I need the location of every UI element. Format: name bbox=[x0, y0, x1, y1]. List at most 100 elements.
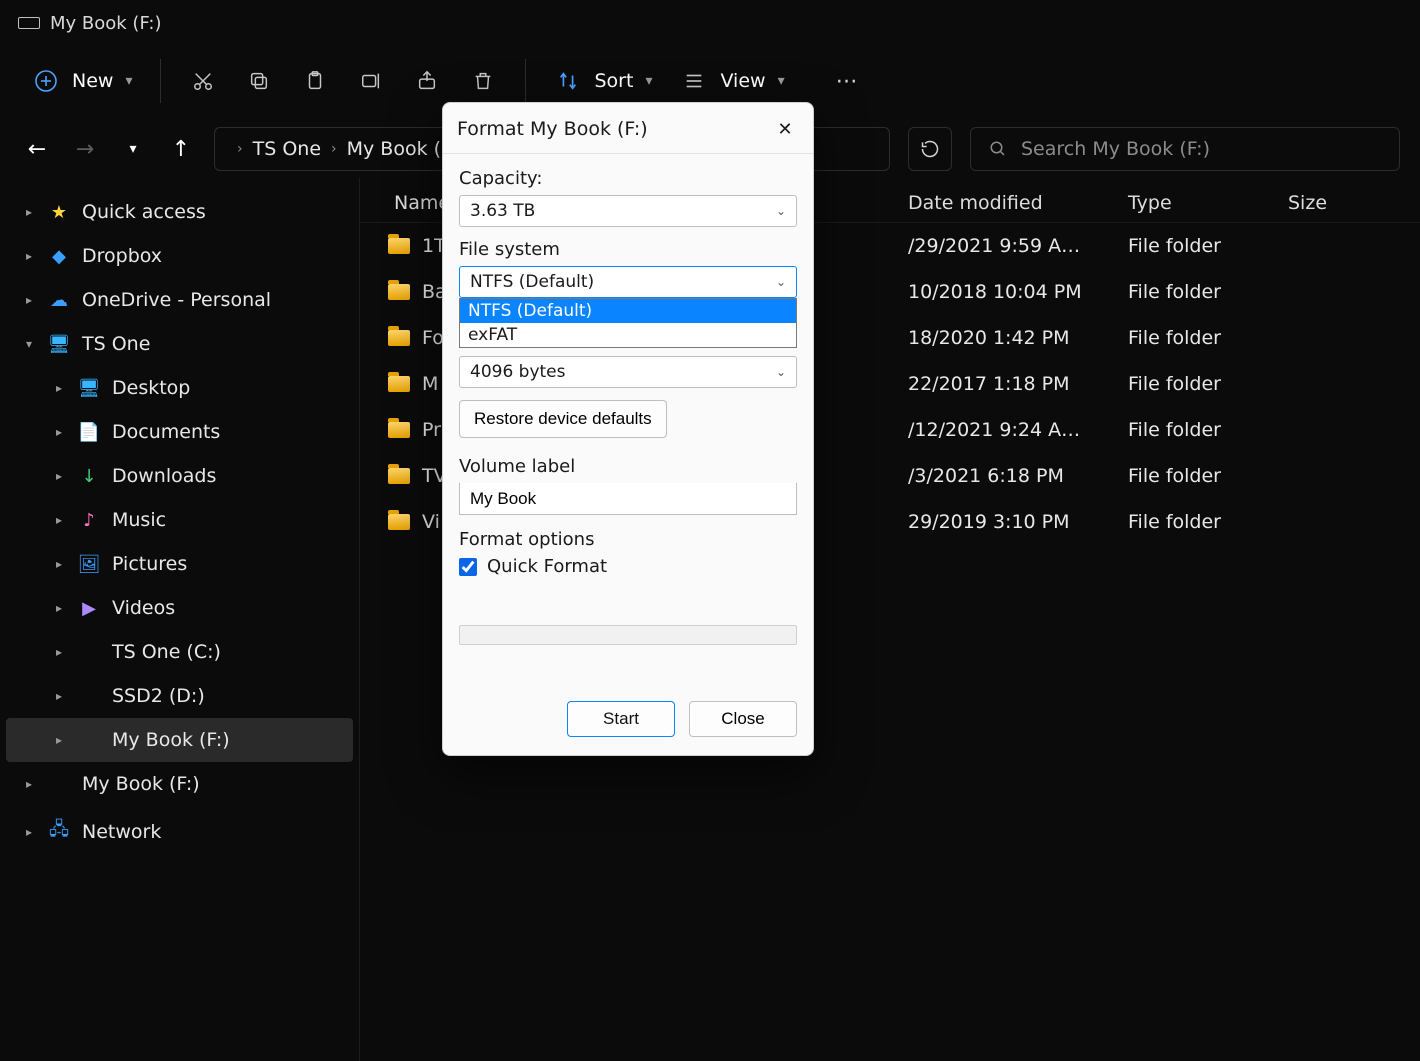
capacity-select[interactable]: 3.63 TB ⌄ bbox=[459, 195, 797, 227]
sort-label: Sort bbox=[594, 70, 633, 92]
filesystem-option-exfat[interactable]: exFAT bbox=[460, 323, 796, 347]
sidebar-item-dropbox[interactable]: ▸ ◆ Dropbox bbox=[6, 234, 353, 278]
sidebar-item-label: Network bbox=[82, 821, 161, 843]
chevron-right-icon: ▸ bbox=[52, 425, 66, 439]
cloud-icon: ☁ bbox=[48, 290, 70, 311]
delete-icon[interactable] bbox=[469, 67, 497, 95]
sidebar-item-desktop[interactable]: ▸ 🖥 Desktop bbox=[6, 366, 353, 410]
sidebar-item-downloads[interactable]: ▸ ↓ Downloads bbox=[6, 454, 353, 498]
sidebar-item-pictures[interactable]: ▸ 🖼 Pictures bbox=[6, 542, 353, 586]
allocation-select[interactable]: 4096 bytes ⌄ bbox=[459, 356, 797, 388]
sidebar-item-label: Downloads bbox=[112, 465, 216, 487]
folder-icon bbox=[388, 468, 410, 484]
paste-icon[interactable] bbox=[301, 67, 329, 95]
chevron-right-icon: › bbox=[331, 141, 337, 157]
chevron-right-icon: ▸ bbox=[52, 557, 66, 571]
sidebar-item-label: TS One bbox=[82, 333, 150, 355]
chevron-right-icon: ▸ bbox=[22, 205, 36, 219]
sidebar-item-label: TS One (C:) bbox=[112, 641, 221, 663]
chevron-right-icon: ▸ bbox=[22, 825, 36, 839]
format-dialog: Format My Book (F:) ✕ Capacity: 3.63 TB … bbox=[442, 102, 814, 756]
refresh-button[interactable] bbox=[908, 127, 952, 171]
close-button[interactable]: ✕ bbox=[771, 115, 799, 143]
copy-icon[interactable] bbox=[245, 67, 273, 95]
cut-icon[interactable] bbox=[189, 67, 217, 95]
plus-circle-icon bbox=[32, 67, 60, 95]
chevron-right-icon: ▸ bbox=[52, 645, 66, 659]
chevron-down-icon: ⌄ bbox=[776, 275, 786, 289]
sidebar-item-quick-access[interactable]: ▸ ★ Quick access bbox=[6, 190, 353, 234]
breadcrumb-segment[interactable]: TS One bbox=[253, 138, 321, 160]
sidebar-item-drive-f[interactable]: ▸ My Book (F:) bbox=[6, 762, 353, 806]
sidebar: ▸ ★ Quick access ▸ ◆ Dropbox ▸ ☁ OneDriv… bbox=[0, 178, 360, 1061]
view-button[interactable]: View ▾ bbox=[680, 67, 784, 95]
format-options-label: Format options bbox=[459, 529, 797, 550]
music-icon: ♪ bbox=[78, 510, 100, 531]
volume-label-label: Volume label bbox=[459, 456, 797, 477]
sidebar-item-drive-c[interactable]: ▸ TS One (C:) bbox=[6, 630, 353, 674]
sidebar-item-drive-d[interactable]: ▸ SSD2 (D:) bbox=[6, 674, 353, 718]
dialog-body: Capacity: 3.63 TB ⌄ File system NTFS (De… bbox=[443, 154, 813, 701]
more-icon[interactable]: ⋯ bbox=[833, 67, 861, 95]
pictures-icon: 🖼 bbox=[78, 554, 100, 575]
folder-icon bbox=[388, 422, 410, 438]
folder-icon bbox=[388, 238, 410, 254]
chevron-down-icon: ▾ bbox=[22, 337, 36, 351]
search-placeholder: Search My Book (F:) bbox=[1021, 138, 1210, 160]
file-date: 22/2017 1:18 PM bbox=[908, 373, 1128, 395]
sidebar-item-label: Videos bbox=[112, 597, 175, 619]
sidebar-item-drive-f-active[interactable]: ▸ My Book (F:) bbox=[6, 718, 353, 762]
back-button[interactable]: ← bbox=[22, 137, 52, 162]
allocation-value: 4096 bytes bbox=[470, 362, 566, 382]
file-date: 10/2018 10:04 PM bbox=[908, 281, 1128, 303]
file-type: File folder bbox=[1128, 281, 1288, 303]
chevron-right-icon: ▸ bbox=[52, 513, 66, 527]
sidebar-item-network[interactable]: ▸ 🖧 Network bbox=[6, 806, 353, 858]
dialog-title: Format My Book (F:) bbox=[457, 118, 648, 140]
recent-locations-button[interactable]: ▾ bbox=[118, 141, 148, 157]
sidebar-item-onedrive[interactable]: ▸ ☁ OneDrive - Personal bbox=[6, 278, 353, 322]
filesystem-value: NTFS (Default) bbox=[470, 272, 594, 292]
close-dialog-button[interactable]: Close bbox=[689, 701, 797, 737]
sidebar-item-music[interactable]: ▸ ♪ Music bbox=[6, 498, 353, 542]
file-name: Fo bbox=[422, 327, 444, 349]
file-type: File folder bbox=[1128, 373, 1288, 395]
file-type: File folder bbox=[1128, 327, 1288, 349]
dropbox-icon: ◆ bbox=[48, 246, 70, 267]
start-button[interactable]: Start bbox=[567, 701, 675, 737]
sidebar-item-label: Dropbox bbox=[82, 245, 162, 267]
sidebar-item-this-pc[interactable]: ▾ 🖥 TS One bbox=[6, 322, 353, 366]
chevron-right-icon: ▸ bbox=[22, 293, 36, 307]
quick-format-checkbox[interactable]: Quick Format bbox=[459, 556, 797, 577]
volume-label-input[interactable] bbox=[459, 483, 797, 515]
window-title: My Book (F:) bbox=[50, 13, 162, 34]
file-type: File folder bbox=[1128, 511, 1288, 533]
network-icon: 🖧 bbox=[48, 817, 70, 847]
up-button[interactable]: ↑ bbox=[166, 137, 196, 162]
sidebar-item-documents[interactable]: ▸ 📄 Documents bbox=[6, 410, 353, 454]
file-date: 18/2020 1:42 PM bbox=[908, 327, 1128, 349]
new-button[interactable]: New ▾ bbox=[32, 67, 132, 95]
column-date[interactable]: Date modified bbox=[908, 192, 1128, 214]
capacity-label: Capacity: bbox=[459, 168, 797, 189]
sidebar-item-videos[interactable]: ▸ ▶ Videos bbox=[6, 586, 353, 630]
restore-defaults-button[interactable]: Restore device defaults bbox=[459, 400, 667, 438]
drive-icon bbox=[18, 17, 40, 29]
folder-icon bbox=[388, 514, 410, 530]
filesystem-option-ntfs[interactable]: NTFS (Default) bbox=[460, 299, 796, 323]
star-icon: ★ bbox=[48, 202, 70, 223]
column-type[interactable]: Type bbox=[1128, 192, 1288, 214]
file-date: 29/2019 3:10 PM bbox=[908, 511, 1128, 533]
sort-button[interactable]: Sort ▾ bbox=[554, 67, 652, 95]
dialog-footer: Start Close bbox=[443, 701, 813, 755]
rename-icon[interactable] bbox=[357, 67, 385, 95]
filesystem-select[interactable]: NTFS (Default) ⌄ bbox=[459, 266, 797, 298]
quick-format-input[interactable] bbox=[459, 558, 477, 576]
share-icon[interactable] bbox=[413, 67, 441, 95]
search-input[interactable]: Search My Book (F:) bbox=[970, 127, 1400, 171]
forward-button[interactable]: → bbox=[70, 137, 100, 162]
column-size[interactable]: Size bbox=[1288, 192, 1408, 214]
view-label: View bbox=[720, 70, 765, 92]
filesystem-dropdown: NTFS (Default) exFAT bbox=[459, 298, 797, 348]
folder-icon bbox=[388, 376, 410, 392]
